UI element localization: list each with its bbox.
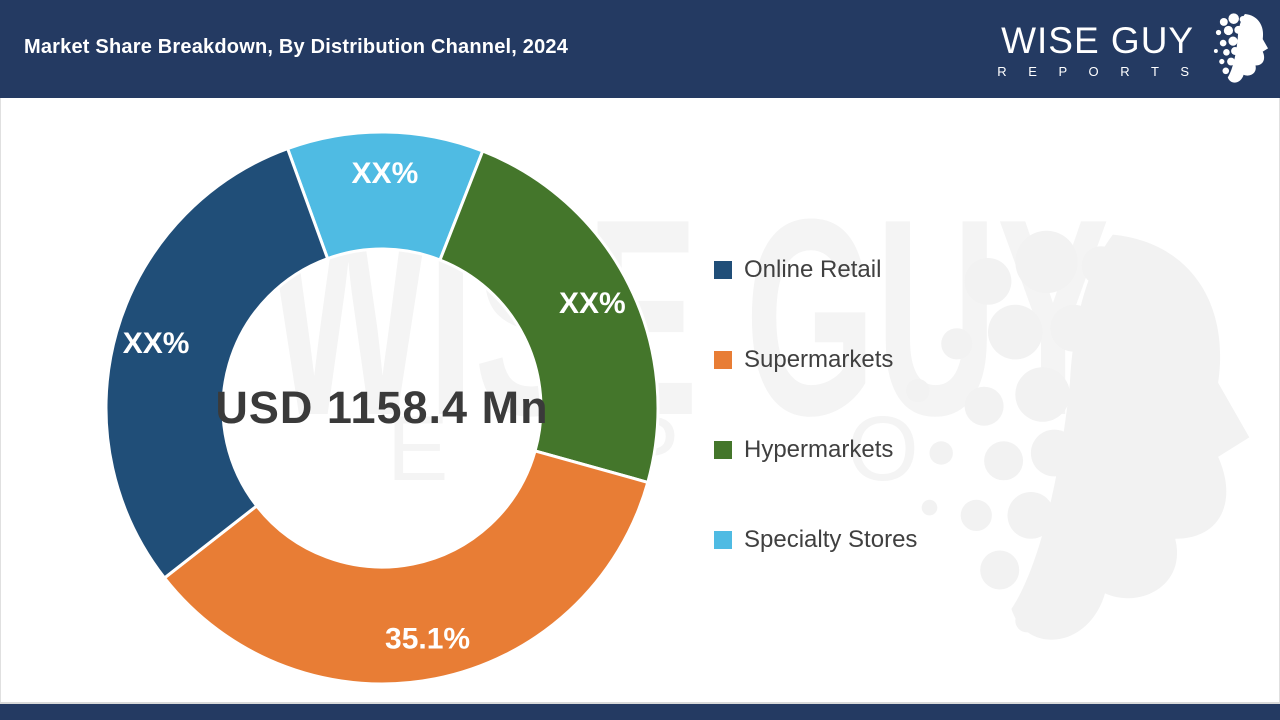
report-page: Market Share Breakdown, By Distribution … (0, 0, 1280, 720)
brand-name: WISE GUY (1001, 20, 1195, 61)
chart-center-value: USD 1158.4 Mn (215, 382, 549, 433)
legend-item-online-retail: Online Retail (714, 253, 917, 287)
chart-area: WISE GUY R E P O R T S XX%XX%35.1%XX% US… (0, 98, 1280, 702)
legend-swatch-specialty-stores (714, 531, 732, 549)
legend-label: Specialty Stores (744, 526, 918, 553)
slice-label: XX% (123, 327, 190, 360)
page-title: Market Share Breakdown, By Distribution … (24, 36, 569, 58)
slice-label: XX% (352, 157, 419, 190)
legend-label: Supermarkets (744, 346, 894, 373)
brand-tagline: R E P O R T S (997, 64, 1198, 79)
legend-item-supermarkets: Supermarkets (714, 343, 917, 377)
watermark-face-icon (906, 230, 1250, 640)
legend-label: Hypermarkets (744, 436, 894, 463)
brand-text: WISE GUY R E P O R T S (997, 20, 1198, 79)
legend-label: Online Retail (744, 256, 882, 283)
legend-item-hypermarkets: Hypermarkets (714, 433, 917, 467)
brand-face-icon (1213, 13, 1269, 83)
legend-item-specialty-stores: Specialty Stores (714, 523, 917, 557)
slice-label: 35.1% (385, 623, 470, 656)
slice-label: XX% (559, 287, 626, 320)
header-bar: Market Share Breakdown, By Distribution … (0, 0, 1280, 98)
footer-bar (0, 702, 1280, 720)
legend-swatch-hypermarkets (714, 441, 732, 459)
legend-swatch-online-retail (714, 261, 732, 279)
legend-swatch-supermarkets (714, 351, 732, 369)
legend: Online Retail Supermarkets Hypermarkets … (714, 253, 917, 613)
brand-logo: WISE GUY R E P O R T S (997, 6, 1270, 94)
donut-slice-online-retail (104, 147, 330, 580)
